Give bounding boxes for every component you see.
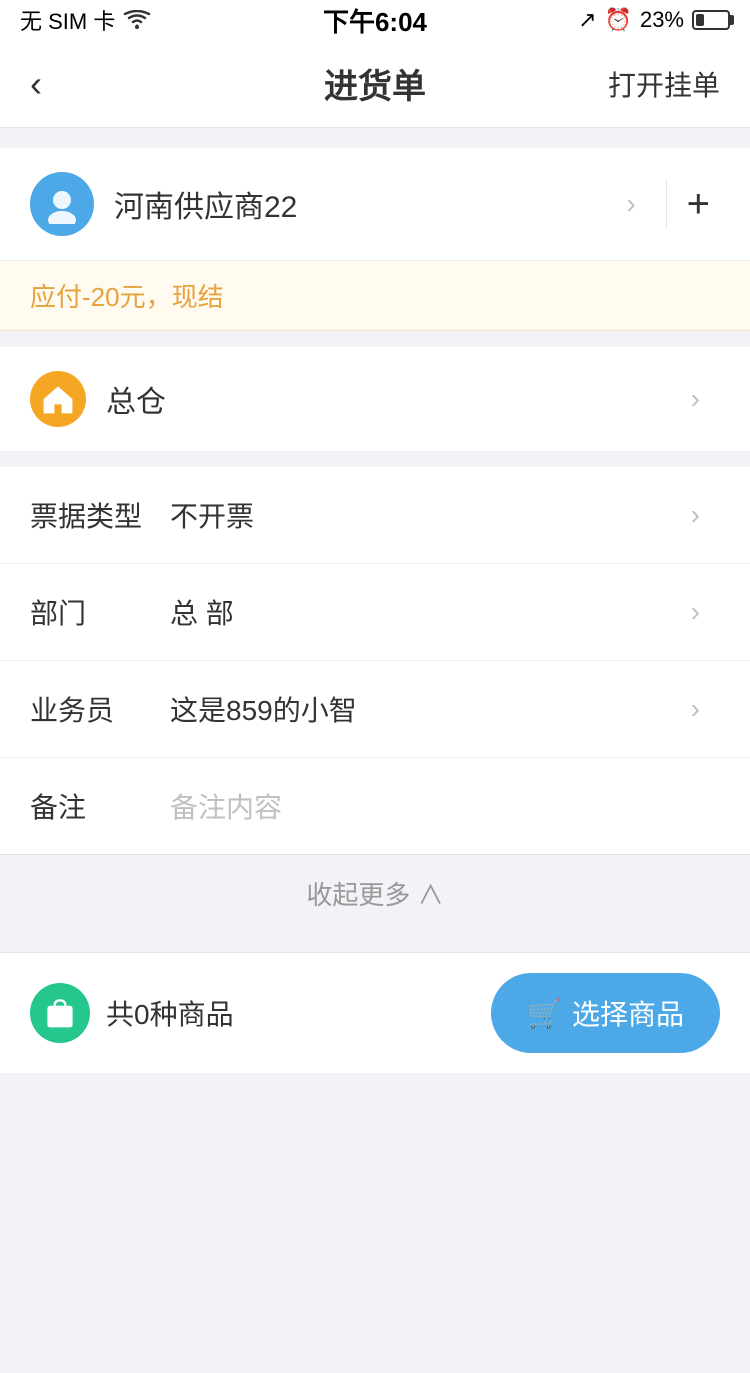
notice-bar: 应付-20元，现结 — [0, 261, 750, 331]
product-count: 共0种商品 — [106, 993, 491, 1033]
salesperson-label: 业务员 — [30, 689, 150, 729]
warehouse-chevron-icon: › — [691, 383, 700, 415]
cart-icon: 🛒 — [527, 997, 562, 1030]
nav-bar: ‹ 进货单 打开挂单 — [0, 40, 750, 128]
home-icon — [40, 381, 76, 417]
remark-input[interactable]: 备注内容 — [150, 786, 720, 826]
section-gap-3 — [0, 451, 750, 467]
collapse-button[interactable]: 收起更多 ∧ — [0, 854, 750, 932]
select-product-button[interactable]: 🛒 选择商品 — [491, 973, 720, 1053]
salesperson-value: 这是859的小智 — [150, 689, 691, 729]
product-icon — [30, 983, 90, 1043]
section-gap-2 — [0, 331, 750, 347]
department-label: 部门 — [30, 592, 150, 632]
department-value: 总 部 — [150, 592, 691, 632]
department-chevron-icon: › — [691, 596, 700, 628]
section-gap-1 — [0, 128, 750, 148]
invoice-chevron-icon: › — [691, 499, 700, 531]
remark-row[interactable]: 备注 备注内容 — [0, 758, 750, 854]
back-button[interactable]: ‹ — [30, 63, 90, 105]
supplier-avatar — [30, 172, 94, 236]
warehouse-name: 总仓 — [106, 377, 691, 421]
supplier-name: 河南供应商22 — [114, 182, 626, 226]
section-gap-4 — [0, 932, 750, 952]
salesperson-row[interactable]: 业务员 这是859的小智 › — [0, 661, 750, 758]
salesperson-chevron-icon: › — [691, 693, 700, 725]
page-title: 进货单 — [324, 59, 426, 108]
invoice-type-value: 不开票 — [150, 495, 691, 535]
invoice-type-label: 票据类型 — [30, 495, 150, 535]
divider — [666, 179, 667, 229]
select-product-label: 选择商品 — [572, 993, 684, 1033]
notice-text: 应付-20元，现结 — [30, 282, 224, 312]
carrier-text: 无 SIM 卡 — [20, 4, 115, 36]
location-icon: ↗ — [578, 7, 596, 33]
alarm-icon: ⏰ — [605, 7, 632, 33]
warehouse-row[interactable]: 总仓 › — [0, 347, 750, 451]
shopping-bag-icon — [42, 995, 78, 1031]
status-right: ↗ ⏰ 23% — [578, 7, 730, 33]
status-bar: 无 SIM 卡 下午6:04 ↗ ⏰ 23% — [0, 0, 750, 40]
status-left: 无 SIM 卡 — [20, 4, 151, 36]
department-row[interactable]: 部门 总 部 › — [0, 564, 750, 661]
bottom-bar: 共0种商品 🛒 选择商品 — [0, 952, 750, 1073]
collapse-label: 收起更多 ∧ — [306, 875, 443, 912]
supplier-chevron-icon: › — [626, 188, 635, 220]
warehouse-section: 总仓 › — [0, 347, 750, 451]
battery-icon — [692, 10, 730, 30]
wifi-icon — [123, 10, 151, 30]
battery-text: 23% — [640, 7, 684, 33]
supplier-row[interactable]: 河南供应商22 › + — [0, 148, 750, 261]
open-pending-button[interactable]: 打开挂单 — [608, 64, 720, 104]
add-supplier-button[interactable]: + — [677, 182, 720, 227]
invoice-type-row[interactable]: 票据类型 不开票 › — [0, 467, 750, 564]
warehouse-icon — [30, 371, 86, 427]
form-section: 票据类型 不开票 › 部门 总 部 › 业务员 这是859的小智 › 备注 备注… — [0, 467, 750, 854]
supplier-section: 河南供应商22 › + 应付-20元，现结 — [0, 148, 750, 331]
status-time: 下午6:04 — [323, 2, 427, 39]
page-background — [0, 1073, 750, 1373]
person-icon — [42, 184, 82, 224]
remark-label: 备注 — [30, 786, 150, 826]
